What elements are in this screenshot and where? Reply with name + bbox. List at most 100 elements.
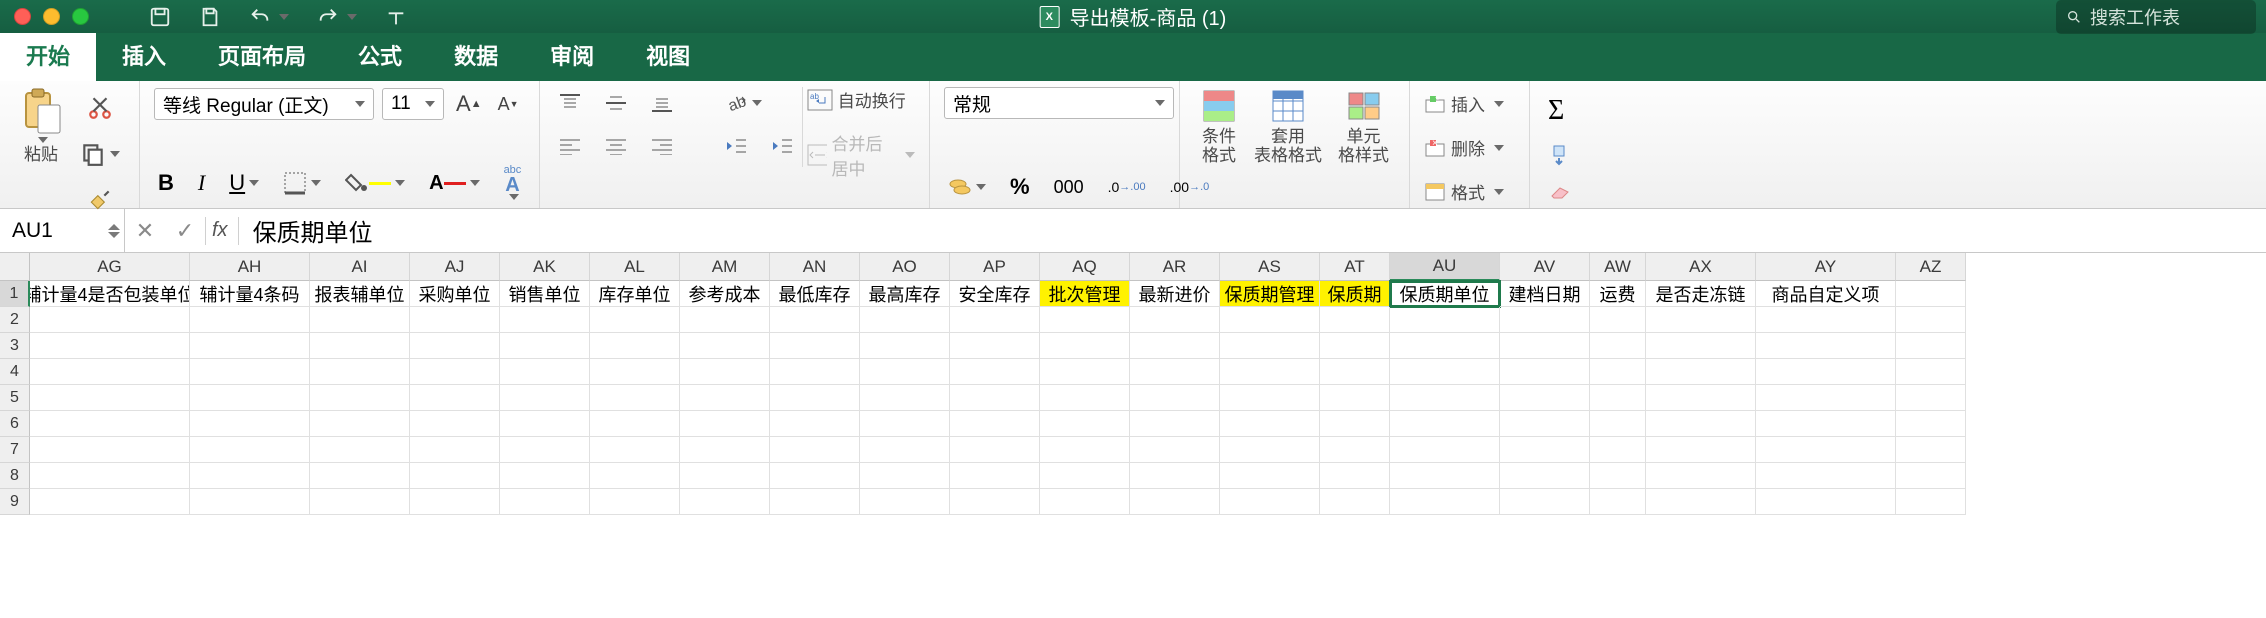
percent-button[interactable]: %	[1006, 170, 1034, 204]
col-header-AP[interactable]: AP	[950, 253, 1040, 281]
cell-AJ5[interactable]	[410, 385, 500, 411]
cell-AK9[interactable]	[500, 489, 590, 515]
row-header-4[interactable]: 4	[0, 359, 30, 385]
cell-AJ7[interactable]	[410, 437, 500, 463]
col-header-AH[interactable]: AH	[190, 253, 310, 281]
cell-AK5[interactable]	[500, 385, 590, 411]
col-header-AM[interactable]: AM	[680, 253, 770, 281]
insert-cells-button[interactable]: +插入	[1424, 91, 1515, 116]
autosum-button[interactable]: Σ	[1544, 91, 1568, 131]
cell-AP7[interactable]	[950, 437, 1040, 463]
cell-AI3[interactable]	[310, 333, 410, 359]
row-header-7[interactable]: 7	[0, 437, 30, 463]
format-as-table-button[interactable]: 套用 表格格式	[1248, 87, 1328, 165]
cell-AK2[interactable]	[500, 307, 590, 333]
cell-AP8[interactable]	[950, 463, 1040, 489]
cell-AV1[interactable]: 建档日期	[1500, 281, 1590, 307]
cell-AS3[interactable]	[1220, 333, 1320, 359]
cell-AV6[interactable]	[1500, 411, 1590, 437]
cell-AU6[interactable]	[1390, 411, 1500, 437]
cell-AL6[interactable]	[590, 411, 680, 437]
comma-button[interactable]: 000	[1050, 173, 1088, 202]
cell-AY1[interactable]: 商品自定义项	[1756, 281, 1896, 307]
currency-button[interactable]	[944, 172, 990, 202]
cell-AW4[interactable]	[1590, 359, 1646, 385]
cell-AG3[interactable]	[30, 333, 190, 359]
cell-AT2[interactable]	[1320, 307, 1390, 333]
cell-AK7[interactable]	[500, 437, 590, 463]
cell-AO6[interactable]	[860, 411, 950, 437]
cell-AN9[interactable]	[770, 489, 860, 515]
cell-AM3[interactable]	[680, 333, 770, 359]
italic-button[interactable]: I	[194, 166, 209, 200]
cells-area[interactable]: 辅计量4是否包装单位辅计量4条码报表辅单位采购单位销售单位库存单位参考成本最低库…	[30, 281, 1966, 515]
cell-AW2[interactable]	[1590, 307, 1646, 333]
spreadsheet-grid[interactable]: AGAHAIAJAKALAMANAOAPAQARASATAUAVAWAXAYAZ…	[0, 253, 2266, 515]
cell-AP1[interactable]: 安全库存	[950, 281, 1040, 307]
tab-页面布局[interactable]: 页面布局	[192, 29, 332, 81]
cell-AI9[interactable]	[310, 489, 410, 515]
cell-AJ4[interactable]	[410, 359, 500, 385]
cell-AW5[interactable]	[1590, 385, 1646, 411]
confirm-edit-button[interactable]: ✓	[165, 218, 205, 244]
minimize-window-button[interactable]	[43, 8, 60, 25]
cell-AO8[interactable]	[860, 463, 950, 489]
qat-redo-button[interactable]	[317, 6, 357, 28]
cell-AL8[interactable]	[590, 463, 680, 489]
cell-AS6[interactable]	[1220, 411, 1320, 437]
tab-审阅[interactable]: 审阅	[524, 29, 620, 81]
col-header-AK[interactable]: AK	[500, 253, 590, 281]
cell-AU9[interactable]	[1390, 489, 1500, 515]
cell-AL9[interactable]	[590, 489, 680, 515]
cell-AT7[interactable]	[1320, 437, 1390, 463]
cell-AZ8[interactable]	[1896, 463, 1966, 489]
col-header-AI[interactable]: AI	[310, 253, 410, 281]
cell-AR6[interactable]	[1130, 411, 1220, 437]
decrease-indent-button[interactable]	[720, 133, 752, 159]
cut-button[interactable]	[76, 91, 124, 125]
cell-AQ7[interactable]	[1040, 437, 1130, 463]
cell-AM5[interactable]	[680, 385, 770, 411]
cell-AL5[interactable]	[590, 385, 680, 411]
cell-AI6[interactable]	[310, 411, 410, 437]
cell-AN6[interactable]	[770, 411, 860, 437]
align-top-button[interactable]	[554, 89, 586, 117]
cell-AM2[interactable]	[680, 307, 770, 333]
cell-AI7[interactable]	[310, 437, 410, 463]
qat-save-button[interactable]	[199, 6, 221, 28]
tab-数据[interactable]: 数据	[428, 29, 524, 81]
cell-AJ2[interactable]	[410, 307, 500, 333]
cell-AH4[interactable]	[190, 359, 310, 385]
cell-AL2[interactable]	[590, 307, 680, 333]
cell-AX2[interactable]	[1646, 307, 1756, 333]
cell-AT5[interactable]	[1320, 385, 1390, 411]
phonetic-button[interactable]: abcA	[500, 162, 526, 204]
cell-AH2[interactable]	[190, 307, 310, 333]
cell-AN1[interactable]: 最低库存	[770, 281, 860, 307]
increase-font-button[interactable]: A▲	[452, 87, 486, 121]
cell-AR5[interactable]	[1130, 385, 1220, 411]
cell-AO3[interactable]	[860, 333, 950, 359]
name-box-stepper[interactable]	[108, 224, 120, 238]
font-name-combo[interactable]: 等线 Regular (正文)	[154, 88, 374, 120]
cell-AH3[interactable]	[190, 333, 310, 359]
cell-AR9[interactable]	[1130, 489, 1220, 515]
cell-AJ6[interactable]	[410, 411, 500, 437]
close-window-button[interactable]	[14, 8, 31, 25]
cell-AS9[interactable]	[1220, 489, 1320, 515]
cell-AZ2[interactable]	[1896, 307, 1966, 333]
qat-autosave-button[interactable]	[149, 6, 171, 28]
cell-AX5[interactable]	[1646, 385, 1756, 411]
cell-AM1[interactable]: 参考成本	[680, 281, 770, 307]
cell-AJ8[interactable]	[410, 463, 500, 489]
col-header-AV[interactable]: AV	[1500, 253, 1590, 281]
cell-styles-button[interactable]: 单元 格样式	[1332, 87, 1395, 165]
col-header-AL[interactable]: AL	[590, 253, 680, 281]
cell-AZ9[interactable]	[1896, 489, 1966, 515]
col-header-AT[interactable]: AT	[1320, 253, 1390, 281]
cell-AX3[interactable]	[1646, 333, 1756, 359]
cell-AZ4[interactable]	[1896, 359, 1966, 385]
cell-AO5[interactable]	[860, 385, 950, 411]
col-header-AY[interactable]: AY	[1756, 253, 1896, 281]
row-header-2[interactable]: 2	[0, 307, 30, 333]
